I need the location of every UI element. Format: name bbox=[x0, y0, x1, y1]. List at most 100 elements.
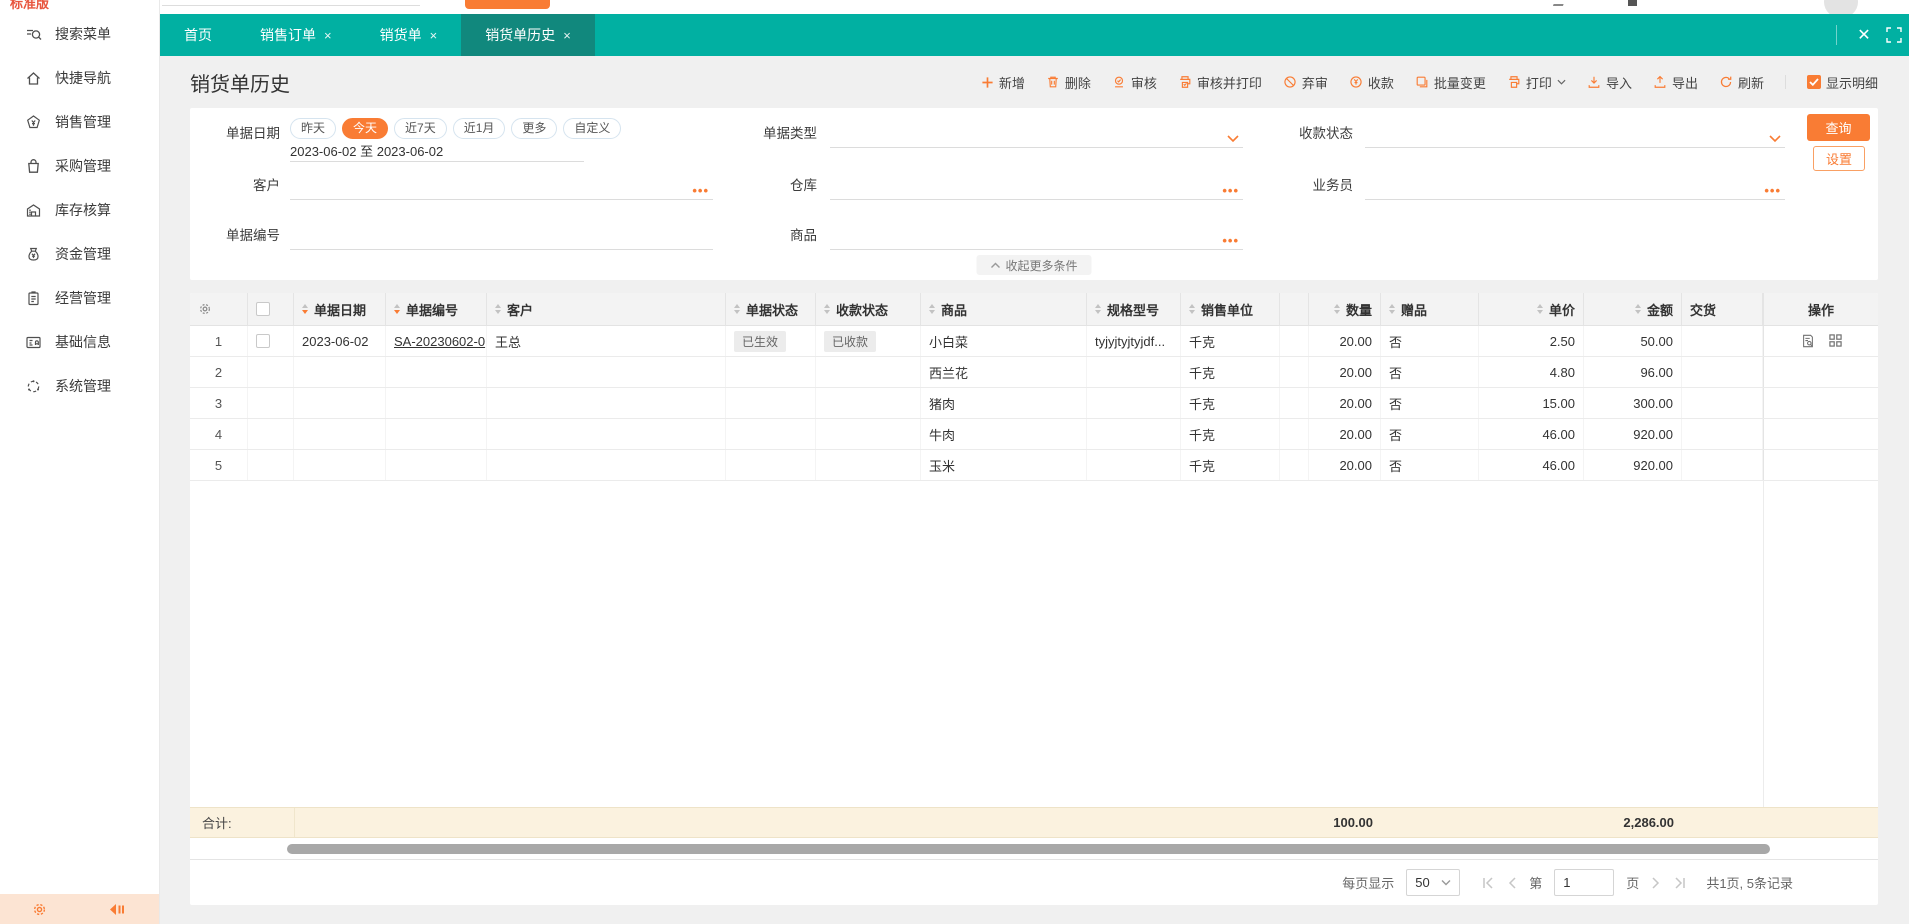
ellipsis-picker-icon[interactable]: ••• bbox=[1222, 184, 1239, 197]
settings-button[interactable]: 设置 bbox=[1813, 146, 1865, 171]
discard-audit-button[interactable]: 弃审 bbox=[1283, 73, 1328, 92]
sort-carets-icon[interactable] bbox=[1333, 304, 1340, 314]
query-button[interactable]: 查询 bbox=[1807, 114, 1870, 141]
collapse-sidebar-icon[interactable] bbox=[109, 903, 125, 916]
select-all-checkbox[interactable] bbox=[256, 302, 270, 316]
sort-carets-icon[interactable] bbox=[824, 304, 830, 314]
column-header-qty[interactable]: 数量 bbox=[1309, 293, 1381, 325]
add-button[interactable]: 新增 bbox=[981, 73, 1025, 92]
cell-amount: 920.00 bbox=[1584, 450, 1682, 480]
tab-home[interactable]: 首页 bbox=[160, 14, 236, 56]
table-row[interactable]: 3 猪肉 千克 20.00 否 15.00 300.00 bbox=[190, 388, 1878, 419]
tab-sales-bill[interactable]: 销货单 × bbox=[356, 14, 462, 56]
close-tab-icon[interactable]: × bbox=[563, 28, 571, 43]
ellipsis-picker-icon[interactable]: ••• bbox=[1764, 184, 1781, 197]
sort-carets-icon[interactable] bbox=[929, 304, 935, 314]
tab-label: 销售订单 bbox=[260, 27, 316, 43]
table-row[interactable]: 2 西兰花 千克 20.00 否 4.80 96.00 bbox=[190, 357, 1878, 388]
next-page-icon[interactable] bbox=[1651, 876, 1661, 889]
close-tab-icon[interactable]: × bbox=[430, 28, 438, 43]
chip-last-month[interactable]: 近1月 bbox=[452, 118, 506, 139]
column-header-doc_status[interactable]: 单据状态 bbox=[726, 293, 816, 325]
sort-carets-icon[interactable] bbox=[734, 304, 740, 314]
product-input[interactable]: ••• bbox=[830, 216, 1243, 250]
chip-more[interactable]: 更多 bbox=[511, 118, 558, 139]
filter-label-date: 单据日期 bbox=[226, 126, 280, 141]
chip-yesterday[interactable]: 昨天 bbox=[290, 118, 337, 139]
sidebar-item-operations[interactable]: 经营管理 bbox=[0, 276, 159, 320]
sort-carets-icon[interactable] bbox=[495, 304, 501, 314]
chip-last7days[interactable]: 近7天 bbox=[394, 118, 447, 139]
doc-preview-icon[interactable] bbox=[1801, 334, 1815, 348]
ellipsis-picker-icon[interactable]: ••• bbox=[1222, 234, 1239, 247]
sidebar-item-sales[interactable]: 销售管理 bbox=[0, 100, 159, 144]
column-header-pay_status[interactable]: 收款状态 bbox=[816, 293, 921, 325]
column-header-price[interactable]: 单价 bbox=[1479, 293, 1584, 325]
sort-carets-icon[interactable] bbox=[1095, 304, 1101, 314]
column-header-date[interactable]: 单据日期 bbox=[294, 293, 386, 325]
table-row[interactable]: 5 玉米 千克 20.00 否 46.00 920.00 bbox=[190, 450, 1878, 481]
column-header-gift[interactable]: 赠品 bbox=[1381, 293, 1479, 325]
column-header-doc_no[interactable]: 单据编号 bbox=[386, 293, 487, 325]
print-button[interactable]: 打印 bbox=[1507, 73, 1566, 92]
sort-carets-icon[interactable] bbox=[1634, 304, 1641, 314]
batch-change-button[interactable]: 批量变更 bbox=[1415, 73, 1486, 92]
sort-carets-icon[interactable] bbox=[394, 304, 400, 314]
close-tab-icon[interactable]: × bbox=[324, 28, 332, 43]
sidebar-item-basic-info[interactable]: 基础信息 bbox=[0, 320, 159, 364]
sidebar-item-purchase[interactable]: 采购管理 bbox=[0, 144, 159, 188]
salesman-input[interactable]: ••• bbox=[1365, 166, 1785, 200]
tab-sales-order[interactable]: 销售订单 × bbox=[236, 14, 356, 56]
fullscreen-icon[interactable] bbox=[1879, 27, 1909, 43]
doc-no-link[interactable]: SA-20230602-0 bbox=[394, 334, 485, 349]
export-button[interactable]: 导出 bbox=[1653, 73, 1698, 92]
audit-print-button[interactable]: 审核并打印 bbox=[1178, 73, 1262, 92]
import-button[interactable]: 导入 bbox=[1587, 73, 1632, 92]
row-checkbox[interactable] bbox=[256, 334, 270, 348]
sort-carets-icon[interactable] bbox=[1389, 304, 1395, 314]
doc-type-select[interactable] bbox=[830, 118, 1243, 148]
close-icon[interactable]: ✕ bbox=[1849, 25, 1879, 45]
column-header-amount[interactable]: 金额 bbox=[1584, 293, 1682, 325]
sidebar-item-quick-nav[interactable]: 快捷导航 bbox=[0, 56, 159, 100]
chrome-orange-button-fragment[interactable] bbox=[465, 0, 550, 9]
receipt-status-select[interactable] bbox=[1365, 118, 1785, 148]
date-range-input[interactable]: 2023-06-02 至 2023-06-02 bbox=[290, 141, 584, 162]
table-row[interactable]: 4 牛肉 千克 20.00 否 46.00 920.00 bbox=[190, 419, 1878, 450]
doc-no-input[interactable] bbox=[290, 216, 713, 250]
sort-carets-icon[interactable] bbox=[302, 304, 308, 314]
first-page-icon[interactable] bbox=[1482, 876, 1495, 889]
ellipsis-picker-icon[interactable]: ••• bbox=[692, 184, 709, 197]
grid-icon[interactable] bbox=[1828, 334, 1842, 347]
page-number-input[interactable] bbox=[1554, 869, 1615, 896]
collapse-filters-button[interactable]: 收起更多条件 bbox=[976, 255, 1092, 275]
gear-icon[interactable] bbox=[198, 302, 212, 316]
column-header-product[interactable]: 商品 bbox=[921, 293, 1087, 325]
sidebar-item-search-menu[interactable]: 搜索菜单 bbox=[0, 12, 159, 56]
chip-custom[interactable]: 自定义 bbox=[563, 118, 622, 139]
chip-today[interactable]: 今天 bbox=[342, 118, 389, 139]
warehouse-input[interactable]: ••• bbox=[830, 166, 1243, 200]
table-row[interactable]: 1 2023-06-02 SA-20230602-0 王总 已生效 已收款 小白菜 tyjyj… bbox=[190, 326, 1878, 357]
sidebar-item-inventory[interactable]: 库存核算 bbox=[0, 188, 159, 232]
sidebar-item-system[interactable]: 系统管理 bbox=[0, 364, 159, 408]
sort-carets-icon[interactable] bbox=[1189, 304, 1195, 314]
gear-icon[interactable] bbox=[32, 902, 47, 917]
prev-page-icon[interactable] bbox=[1507, 876, 1517, 889]
column-header-spec[interactable]: 规格型号 bbox=[1087, 293, 1181, 325]
delete-button[interactable]: 删除 bbox=[1046, 73, 1091, 92]
sort-carets-icon[interactable] bbox=[1536, 304, 1543, 314]
scrollbar-thumb[interactable] bbox=[287, 843, 1770, 854]
per-page-select[interactable]: 50 bbox=[1406, 869, 1461, 896]
tab-sales-bill-history[interactable]: 销货单历史 × bbox=[461, 14, 595, 56]
receive-payment-button[interactable]: 收款 bbox=[1349, 73, 1394, 92]
last-page-icon[interactable] bbox=[1673, 876, 1686, 889]
cell-doc_status bbox=[726, 450, 816, 480]
column-header-customer[interactable]: 客户 bbox=[487, 293, 726, 325]
refresh-button[interactable]: 刷新 bbox=[1719, 73, 1764, 92]
customer-input[interactable]: ••• bbox=[290, 166, 713, 200]
show-detail-toggle[interactable]: 显示明细 bbox=[1806, 73, 1878, 92]
column-header-unit[interactable]: 销售单位 bbox=[1181, 293, 1280, 325]
sidebar-item-funds[interactable]: 资金管理 bbox=[0, 232, 159, 276]
audit-button[interactable]: 审核 bbox=[1112, 73, 1157, 92]
